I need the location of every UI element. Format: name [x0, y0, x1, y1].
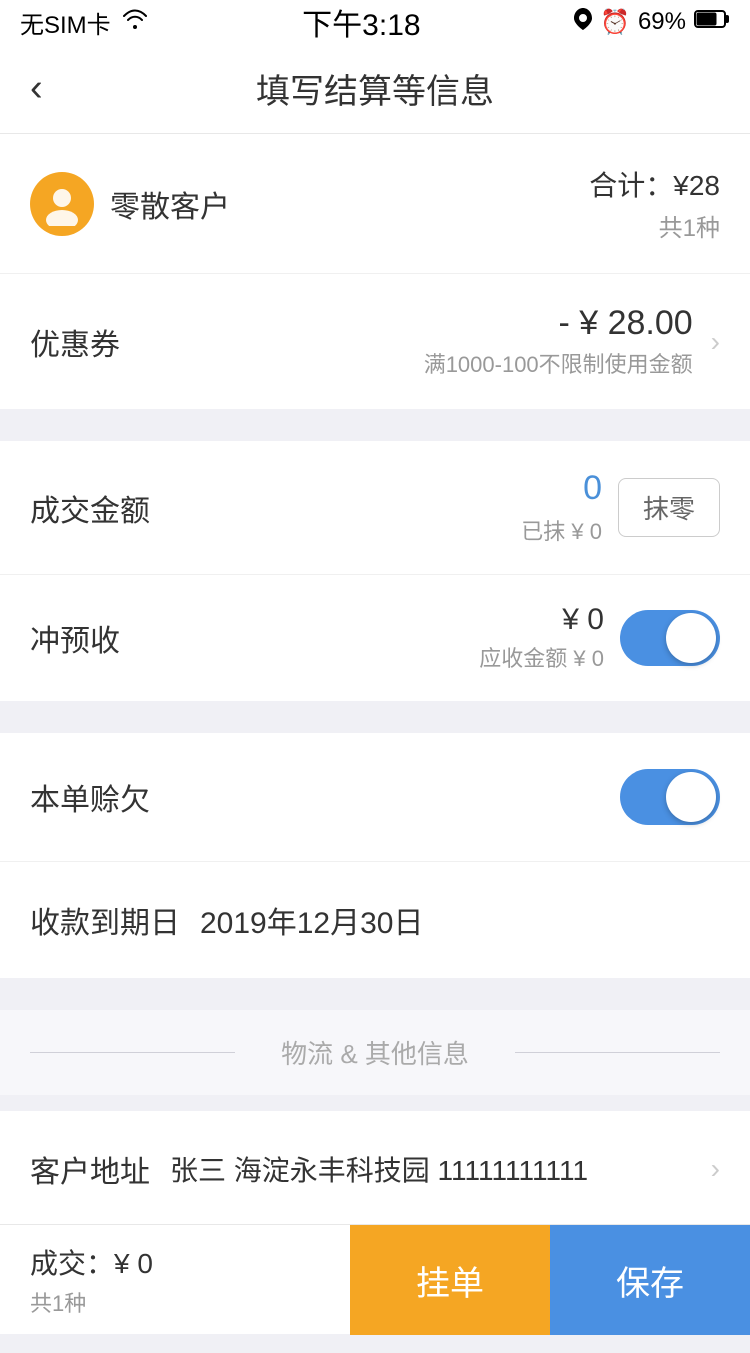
debt-toggle-knob: [666, 772, 716, 822]
deal-amount-row: 成交金额 0 已抹 ¥ 0 抹零: [0, 441, 750, 575]
bottom-count: 共1种: [30, 1286, 320, 1318]
battery-icon: [694, 8, 730, 37]
prepayment-value: ¥ 0: [479, 603, 604, 637]
customer-section: 零散客户 合计：¥28 共1种 优惠券 - ¥ 28.00 满1000-100不…: [0, 134, 750, 409]
due-date-value: 2019年12月30日: [200, 898, 423, 942]
deal-amount-label: 成交金额: [30, 486, 150, 530]
coupon-right: - ¥ 28.00 满1000-100不限制使用金额 ›: [424, 304, 720, 379]
debt-toggle[interactable]: [620, 769, 720, 825]
bottom-deal-text: 成交：¥ 0: [30, 1242, 320, 1282]
status-time: 下午3:18: [302, 0, 420, 44]
address-row[interactable]: 客户地址 张三 海淀永丰科技园 11111111111 ›: [0, 1111, 750, 1227]
address-label: 客户地址: [30, 1147, 150, 1191]
prepayment-row: 冲预收 ¥ 0 应收金额 ¥ 0: [0, 575, 750, 701]
status-bar: 无SIM卡 下午3:18 ⏰ 69%: [0, 0, 750, 44]
hang-button[interactable]: 挂单: [350, 1225, 550, 1335]
customer-total: 合计：¥28: [589, 164, 720, 204]
debt-label: 本单赊欠: [30, 775, 150, 819]
carrier-text: 无SIM卡: [20, 5, 111, 40]
divider-right: [515, 1052, 720, 1053]
customer-count: 共1种: [589, 208, 720, 243]
coupon-content: - ¥ 28.00 满1000-100不限制使用金额: [424, 304, 693, 379]
alarm-icon: ⏰: [600, 8, 630, 37]
back-button[interactable]: ‹: [30, 67, 43, 110]
address-chevron: ›: [703, 1153, 720, 1185]
separator-2: [0, 717, 750, 733]
debt-section: 本单赊欠 收款到期日 2019年12月30日: [0, 733, 750, 978]
customer-avatar: [30, 172, 94, 236]
status-bar-right: ⏰ 69%: [574, 8, 730, 37]
wifi-icon: [121, 8, 149, 37]
debt-row: 本单赊欠: [0, 733, 750, 861]
chevron-right-icon: ›: [711, 326, 720, 358]
prepayment-toggle-knob: [666, 613, 716, 663]
round-zero-button[interactable]: 抹零: [618, 478, 720, 537]
prepayment-toggle[interactable]: [620, 610, 720, 666]
bottom-bar: 成交：¥ 0 共1种 挂单 保存: [0, 1224, 750, 1334]
address-section: 客户地址 张三 海淀永丰科技园 11111111111 ›: [0, 1111, 750, 1227]
amount-section: 成交金额 0 已抹 ¥ 0 抹零 冲预收 ¥ 0 应收金额 ¥ 0: [0, 441, 750, 701]
customer-name: 零散客户: [110, 182, 230, 226]
deal-amount-right: 0 已抹 ¥ 0 抹零: [521, 469, 720, 546]
customer-summary: 合计：¥28 共1种: [589, 164, 720, 243]
deal-amount-sub: 已抹 ¥ 0: [521, 514, 602, 546]
coupon-label: 优惠券: [30, 320, 120, 364]
prepayment-content: ¥ 0 应收金额 ¥ 0: [479, 603, 604, 673]
divider-left: [30, 1052, 235, 1053]
prepayment-right: ¥ 0 应收金额 ¥ 0: [479, 603, 720, 673]
separator-4: [0, 1095, 750, 1111]
bottom-deal-info: 成交：¥ 0 共1种: [0, 1225, 350, 1334]
due-date-label: 收款到期日: [30, 898, 180, 942]
debt-toggle-container: [620, 769, 720, 825]
prepayment-toggle-container: [620, 610, 720, 666]
due-date-row: 收款到期日 2019年12月30日: [0, 861, 750, 978]
nav-bar: ‹ 填写结算等信息: [0, 44, 750, 134]
prepayment-label: 冲预收: [30, 616, 120, 660]
logistics-label: 物流 & 其他信息: [281, 1034, 469, 1071]
separator-1: [0, 425, 750, 441]
save-button[interactable]: 保存: [550, 1225, 750, 1335]
location-icon: [574, 8, 592, 37]
logistics-section: 物流 & 其他信息: [0, 1010, 750, 1095]
bottom-deal-label: 成交：: [30, 1248, 114, 1279]
address-value: 张三 海淀永丰科技园 11111111111: [170, 1149, 703, 1189]
logistics-divider: 物流 & 其他信息: [0, 1034, 750, 1071]
customer-left: 零散客户: [30, 172, 230, 236]
battery-percent: 69%: [638, 8, 686, 36]
deal-amount-content: 0 已抹 ¥ 0: [521, 469, 602, 546]
customer-row: 零散客户 合计：¥28 共1种: [0, 134, 750, 273]
separator-3: [0, 994, 750, 1010]
bottom-deal-value: ¥ 0: [114, 1248, 153, 1279]
prepayment-sub: 应收金额 ¥ 0: [479, 641, 604, 673]
address-chevron-icon: ›: [711, 1153, 720, 1185]
coupon-amount: - ¥ 28.00: [424, 304, 693, 343]
nav-title: 填写结算等信息: [256, 64, 494, 113]
coupon-row[interactable]: 优惠券 - ¥ 28.00 满1000-100不限制使用金额 ›: [0, 273, 750, 409]
status-bar-left: 无SIM卡: [20, 5, 149, 40]
coupon-desc: 满1000-100不限制使用金额: [424, 347, 693, 379]
deal-amount-value: 0: [521, 469, 602, 508]
